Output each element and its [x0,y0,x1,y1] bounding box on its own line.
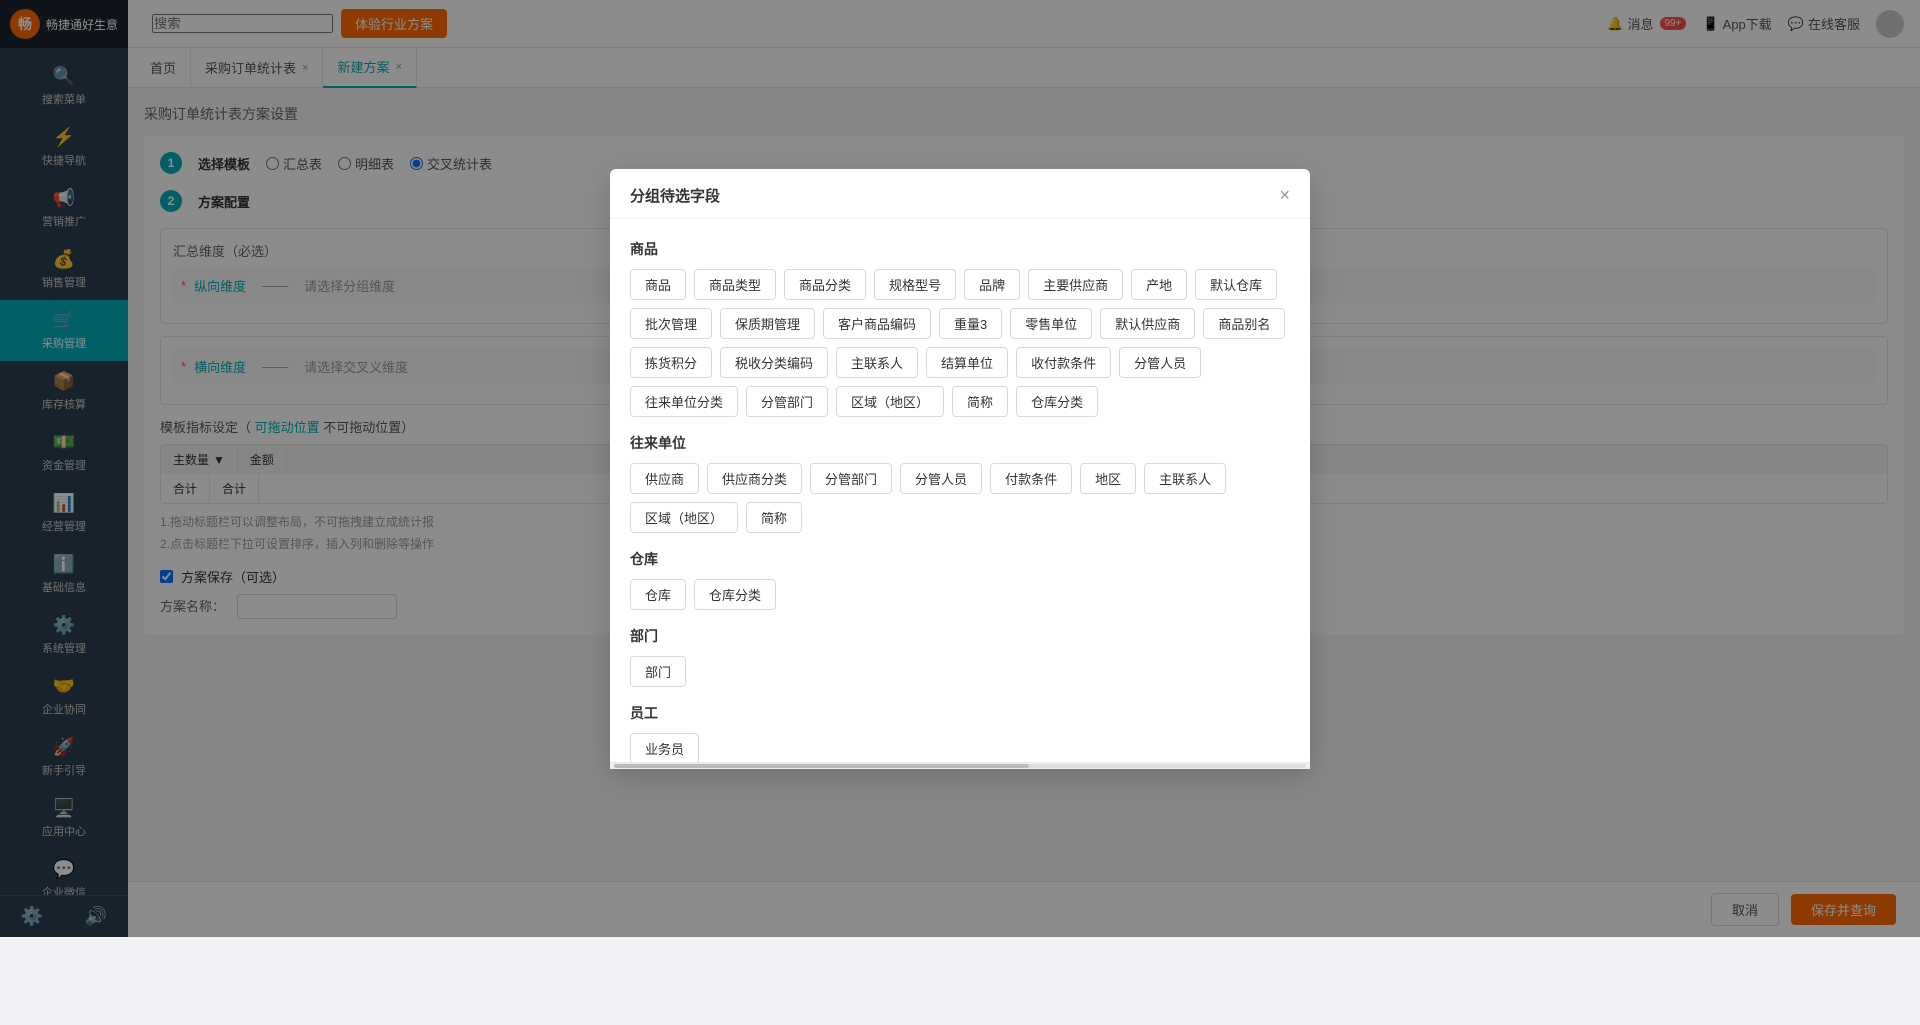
field-tag-0-16[interactable]: 税收分类编码 [720,347,828,378]
field-grid-0: 商品商品类型商品分类规格型号品牌主要供应商产地默认仓库批次管理保质期管理客户商品… [630,269,1290,417]
modal-title: 分组待选字段 [630,185,720,206]
field-tag-1-2[interactable]: 分管部门 [810,463,892,494]
modal-close-button[interactable]: × [1279,185,1290,206]
field-tag-0-6[interactable]: 产地 [1131,269,1187,300]
field-tag-0-21[interactable]: 往来单位分类 [630,386,738,417]
field-tag-0-7[interactable]: 默认仓库 [1195,269,1277,300]
field-tag-0-17[interactable]: 主联系人 [836,347,918,378]
field-tag-3-0[interactable]: 部门 [630,656,686,687]
field-tag-1-1[interactable]: 供应商分类 [707,463,802,494]
field-tag-1-6[interactable]: 主联系人 [1144,463,1226,494]
field-tag-4-0[interactable]: 业务员 [630,733,699,762]
scroll-thumb [614,764,1029,768]
field-tag-0-1[interactable]: 商品类型 [694,269,776,300]
field-tag-2-0[interactable]: 仓库 [630,579,686,610]
modal-section-title-3: 部门 [630,626,1290,646]
modal-header: 分组待选字段 × [610,169,1310,219]
field-tag-1-8[interactable]: 简称 [746,502,802,533]
field-grid-1: 供应商供应商分类分管部门分管人员付款条件地区主联系人区域（地区） 简称 [630,463,1290,533]
field-tag-0-10[interactable]: 客户商品编码 [823,308,931,339]
field-tag-1-7[interactable]: 区域（地区） [630,502,738,533]
field-tag-0-13[interactable]: 默认供应商 [1100,308,1195,339]
field-tag-0-9[interactable]: 保质期管理 [720,308,815,339]
modal-section-title-0: 商品 [630,239,1290,259]
field-tag-2-1[interactable]: 仓库分类 [694,579,776,610]
field-tag-0-11[interactable]: 重量3 [939,308,1002,339]
field-tag-0-25[interactable]: 仓库分类 [1016,386,1098,417]
field-grid-3: 部门 [630,656,1290,687]
modal: 分组待选字段 × 商品商品商品类型商品分类规格型号品牌主要供应商产地默认仓库批次… [610,169,1310,769]
field-tag-0-19[interactable]: 收付款条件 [1016,347,1111,378]
field-tag-0-24[interactable]: 简称 [952,386,1008,417]
field-tag-0-14[interactable]: 商品别名 [1203,308,1285,339]
field-tag-0-2[interactable]: 商品分类 [784,269,866,300]
field-tag-0-23[interactable]: 区域（地区） [836,386,944,417]
field-tag-0-0[interactable]: 商品 [630,269,686,300]
field-tag-1-5[interactable]: 地区 [1080,463,1136,494]
field-tag-0-20[interactable]: 分管人员 [1119,347,1201,378]
modal-section-title-2: 仓库 [630,549,1290,569]
field-tag-0-4[interactable]: 品牌 [964,269,1020,300]
field-grid-4: 业务员 [630,733,1290,762]
horizontal-scrollbar[interactable] [614,764,1306,768]
modal-overlay: 分组待选字段 × 商品商品商品类型商品分类规格型号品牌主要供应商产地默认仓库批次… [0,0,1920,937]
field-grid-2: 仓库仓库分类 [630,579,1290,610]
modal-body[interactable]: 商品商品商品类型商品分类规格型号品牌主要供应商产地默认仓库批次管理保质期管理客户… [610,219,1310,762]
field-tag-1-4[interactable]: 付款条件 [990,463,1072,494]
modal-footer-scroll [610,762,1310,769]
field-tag-0-12[interactable]: 零售单位 [1010,308,1092,339]
field-tag-0-8[interactable]: 批次管理 [630,308,712,339]
field-tag-0-18[interactable]: 结算单位 [926,347,1008,378]
modal-section-title-1: 往来单位 [630,433,1290,453]
field-tag-1-3[interactable]: 分管人员 [900,463,982,494]
field-tag-1-0[interactable]: 供应商 [630,463,699,494]
field-tag-0-5[interactable]: 主要供应商 [1028,269,1123,300]
field-tag-0-15[interactable]: 拣货积分 [630,347,712,378]
modal-section-title-4: 员工 [630,703,1290,723]
field-tag-0-22[interactable]: 分管部门 [746,386,828,417]
field-tag-0-3[interactable]: 规格型号 [874,269,956,300]
